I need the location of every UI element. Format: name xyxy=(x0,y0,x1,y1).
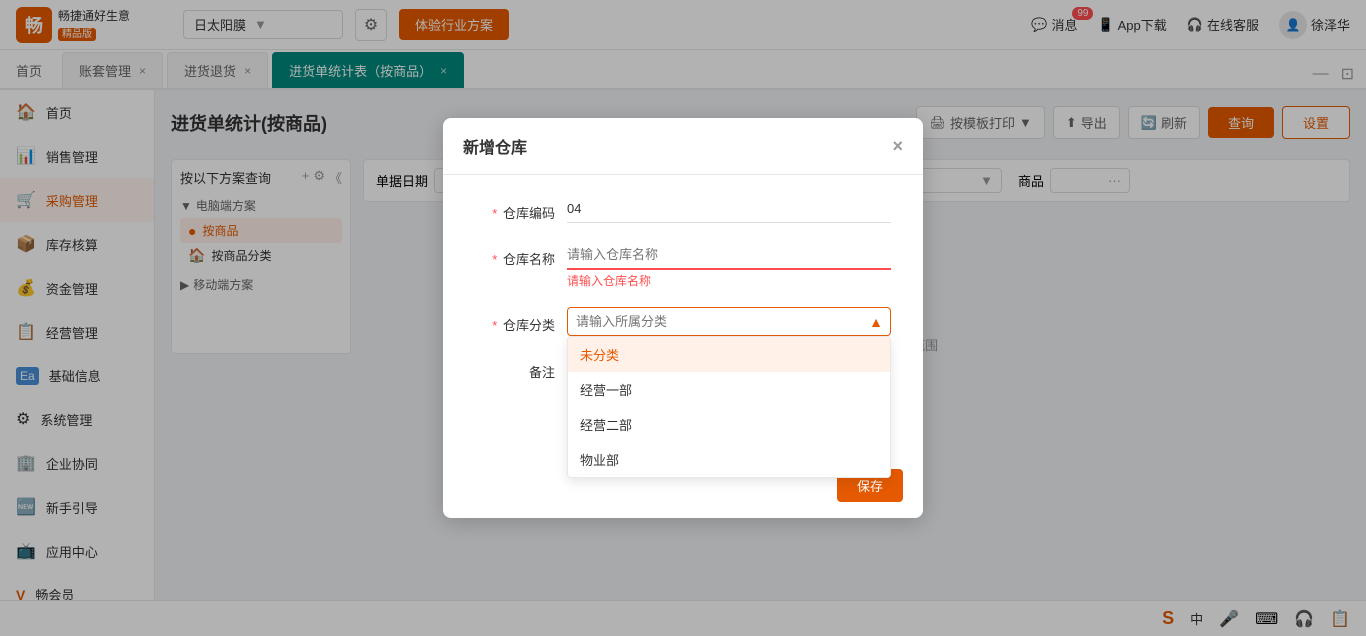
form-row-code: * 仓库编码 xyxy=(475,195,891,223)
name-input[interactable] xyxy=(567,241,891,270)
category-option-0[interactable]: 未分类 xyxy=(568,337,890,372)
category-arrow: ▲ xyxy=(869,314,883,330)
name-required: * xyxy=(492,252,497,267)
form-row-category: * 仓库分类 ▲ 未分类 经营一部 经营二部 物业部 xyxy=(475,307,891,336)
note-label: 备注 xyxy=(475,354,555,381)
note-label-text: 备注 xyxy=(529,365,555,380)
dialog-header: 新增仓库 × xyxy=(443,118,923,175)
category-dropdown: 未分类 经营一部 经营二部 物业部 xyxy=(567,336,891,478)
dialog-close-button[interactable]: × xyxy=(892,136,903,157)
category-required: * xyxy=(492,318,497,333)
name-label: * 仓库名称 xyxy=(475,241,555,268)
code-label: * 仓库编码 xyxy=(475,195,555,222)
code-input-wrap xyxy=(567,195,891,223)
name-error-msg: 请输入仓库名称 xyxy=(567,272,891,289)
category-input[interactable] xyxy=(567,307,891,336)
new-warehouse-dialog: 新增仓库 × * 仓库编码 * 仓库名称 xyxy=(443,118,923,518)
code-required: * xyxy=(492,206,497,221)
dialog-body: * 仓库编码 * 仓库名称 请输入仓库名称 xyxy=(443,175,923,457)
name-label-text: 仓库名称 xyxy=(503,252,555,267)
category-label: * 仓库分类 xyxy=(475,307,555,334)
category-label-text: 仓库分类 xyxy=(503,318,555,333)
code-input[interactable] xyxy=(567,195,891,223)
name-input-wrap: 请输入仓库名称 xyxy=(567,241,891,289)
category-option-1[interactable]: 经营一部 xyxy=(568,372,890,407)
dialog-overlay: 新增仓库 × * 仓库编码 * 仓库名称 xyxy=(0,0,1366,636)
category-option-2[interactable]: 经营二部 xyxy=(568,407,890,442)
code-label-text: 仓库编码 xyxy=(503,206,555,221)
category-option-3[interactable]: 物业部 xyxy=(568,442,890,477)
dialog-title: 新增仓库 xyxy=(463,134,527,158)
category-select-wrap: ▲ 未分类 经营一部 经营二部 物业部 xyxy=(567,307,891,336)
form-row-name: * 仓库名称 请输入仓库名称 xyxy=(475,241,891,289)
